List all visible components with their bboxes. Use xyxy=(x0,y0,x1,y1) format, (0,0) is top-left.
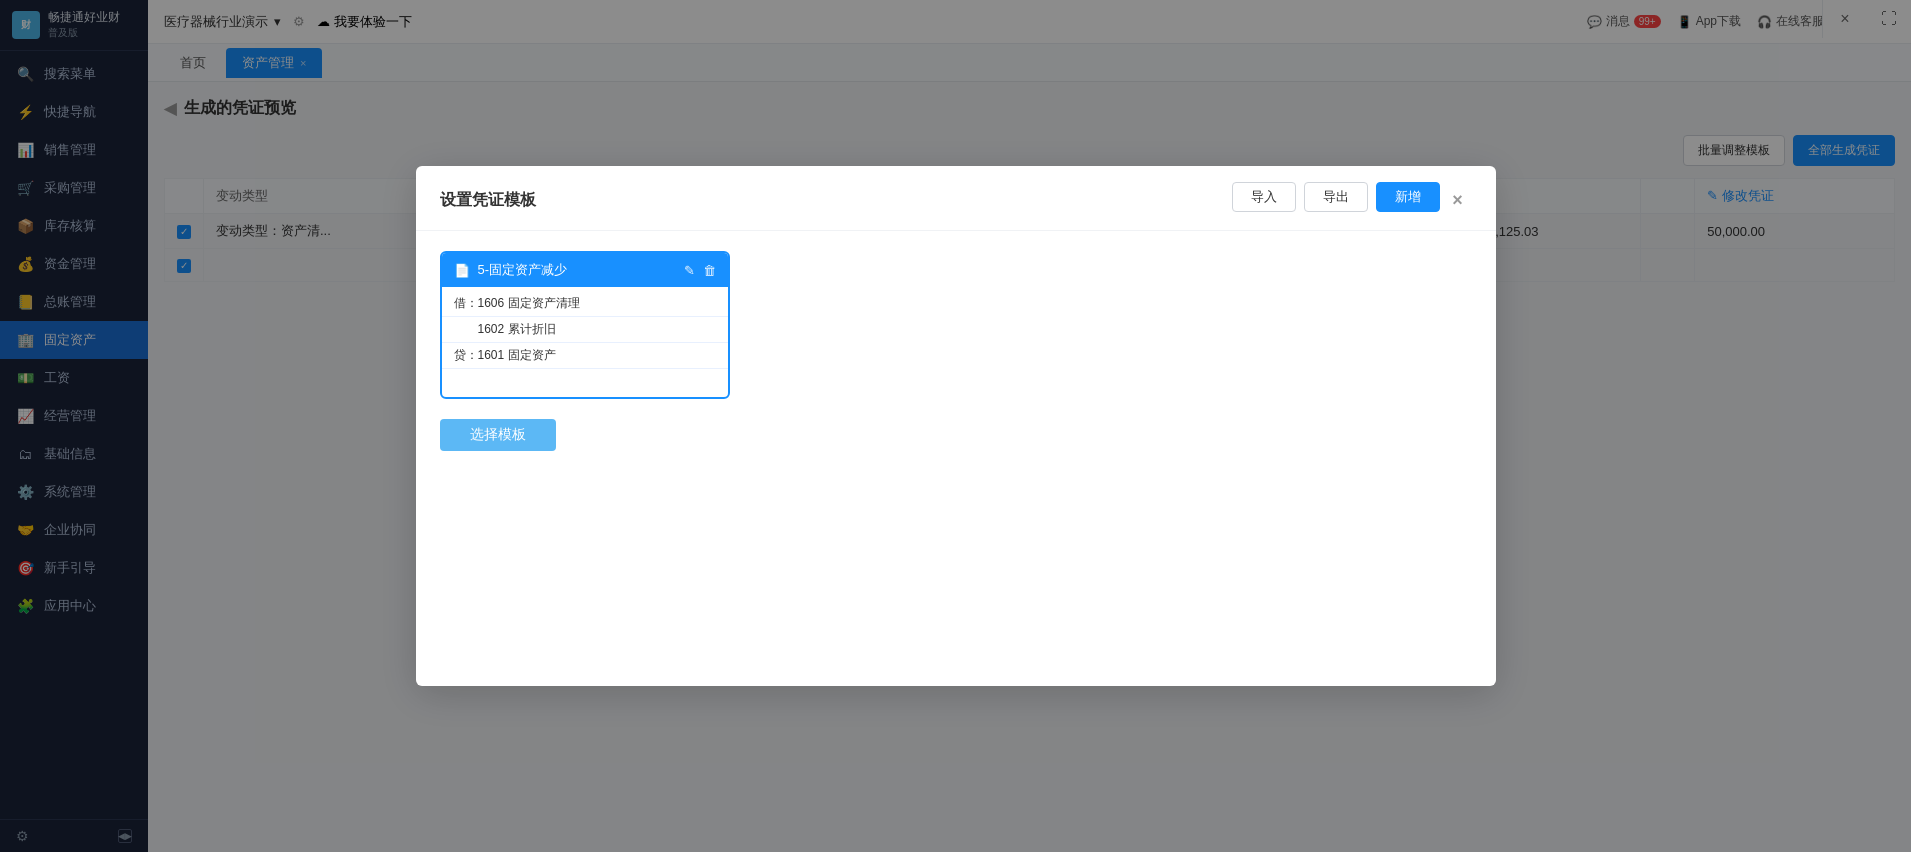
credit-entry-1: 贷：1601 固定资产 xyxy=(454,347,614,364)
select-template-button[interactable]: 选择模板 xyxy=(440,419,556,451)
modal-header: 设置凭证模板 导入 导出 新增 × xyxy=(416,166,1496,231)
template-card: 📄 5-固定资产减少 ✎ 🗑 借：1606 固定资产清理 1602 累计折旧 xyxy=(440,251,730,399)
import-button[interactable]: 导入 xyxy=(1232,182,1296,212)
template-empty-row xyxy=(442,369,728,393)
modal-close-button[interactable]: × xyxy=(1444,186,1472,214)
template-card-header: 📄 5-固定资产减少 ✎ 🗑 xyxy=(442,253,728,287)
template-credit-row-1: 贷：1601 固定资产 xyxy=(442,343,728,369)
template-debit-row-2: 1602 累计折旧 xyxy=(442,317,728,343)
modal-action-buttons: 导入 导出 新增 xyxy=(1232,182,1440,212)
new-template-button[interactable]: 新增 xyxy=(1376,182,1440,212)
template-delete-button[interactable]: 🗑 xyxy=(703,263,716,278)
template-card-body: 借：1606 固定资产清理 1602 累计折旧 贷：1601 固定资产 xyxy=(442,287,728,397)
template-header-left: 📄 5-固定资产减少 xyxy=(454,261,568,279)
template-title: 5-固定资产减少 xyxy=(478,261,568,279)
debit-entry-1: 借：1606 固定资产清理 xyxy=(454,295,614,312)
template-doc-icon: 📄 xyxy=(454,263,470,278)
modal-body: 📄 5-固定资产减少 ✎ 🗑 借：1606 固定资产清理 1602 累计折旧 xyxy=(416,231,1496,471)
template-actions: ✎ 🗑 xyxy=(684,263,716,278)
modal-overlay: 设置凭证模板 导入 导出 新增 × 📄 5-固定资产减少 ✎ 🗑 xyxy=(0,0,1911,852)
debit-entry-2: 1602 累计折旧 xyxy=(454,321,614,338)
template-debit-row-1: 借：1606 固定资产清理 xyxy=(442,291,728,317)
export-button[interactable]: 导出 xyxy=(1304,182,1368,212)
voucher-template-modal: 设置凭证模板 导入 导出 新增 × 📄 5-固定资产减少 ✎ 🗑 xyxy=(416,166,1496,686)
modal-title: 设置凭证模板 xyxy=(440,190,536,211)
template-edit-button[interactable]: ✎ xyxy=(684,263,695,278)
